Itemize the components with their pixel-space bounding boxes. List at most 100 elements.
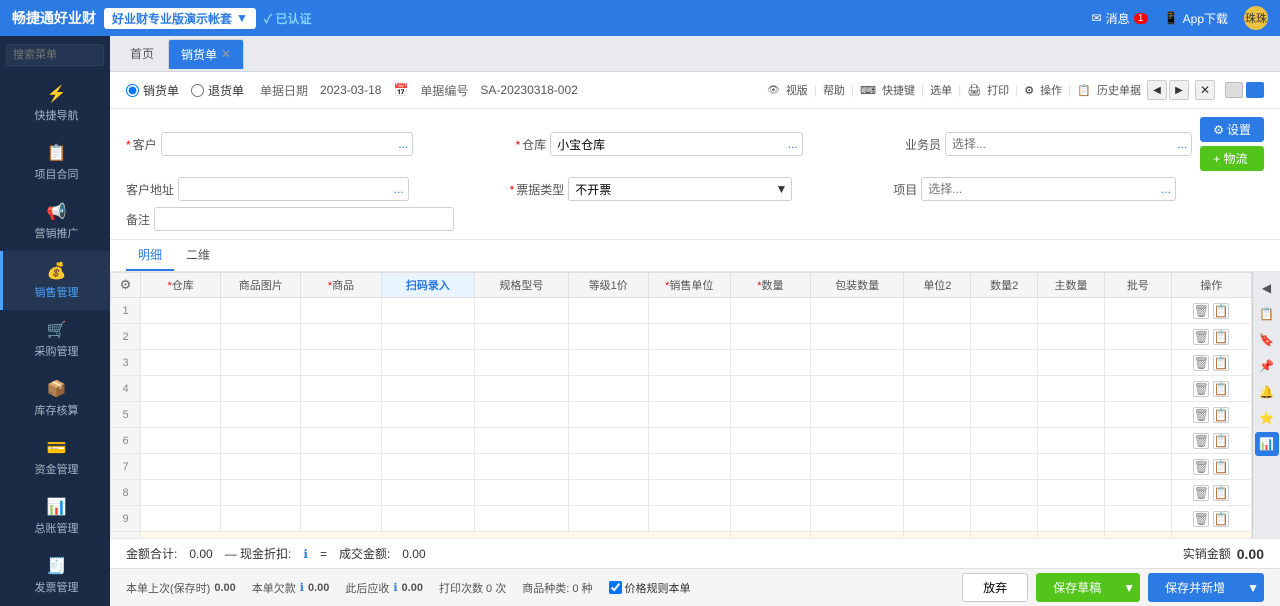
history-label[interactable]: 历史单据 bbox=[1097, 82, 1141, 98]
settings-gear-icon[interactable]: ⚙ bbox=[120, 277, 132, 292]
right-panel-btn-7[interactable]: 📊 bbox=[1255, 432, 1279, 456]
row-pack-qty-1[interactable] bbox=[810, 298, 904, 324]
view-mode-grid-button[interactable] bbox=[1246, 82, 1264, 98]
select-label[interactable]: 选单 bbox=[930, 82, 952, 98]
row-qty-1[interactable] bbox=[730, 298, 810, 324]
view-mode-list-button[interactable] bbox=[1225, 82, 1243, 98]
row-copy-2[interactable]: 📋 bbox=[1213, 329, 1229, 345]
invoice-dropdown-icon[interactable]: ▼ bbox=[772, 182, 792, 196]
tab-detail[interactable]: 明细 bbox=[126, 240, 174, 271]
sidebar-item-purchase[interactable]: 🛒 采购管理 bbox=[0, 310, 110, 369]
save-new-button[interactable]: 保存并新增 bbox=[1148, 573, 1242, 602]
row-main-qty-1[interactable] bbox=[1038, 298, 1105, 324]
right-panel-btn-4[interactable]: 📌 bbox=[1255, 354, 1279, 378]
row-copy-4[interactable]: 📋 bbox=[1213, 381, 1229, 397]
tab-home[interactable]: 首页 bbox=[118, 39, 166, 68]
row-delete-4[interactable]: 🗑 bbox=[1193, 381, 1209, 397]
radio-return-order[interactable]: 退货单 bbox=[191, 82, 244, 99]
sidebar-item-finance[interactable]: 💳 资金管理 bbox=[0, 428, 110, 487]
bill-date-value: 2023-03-18 bbox=[320, 83, 381, 97]
app-download-button[interactable]: 📱 App下载 bbox=[1164, 10, 1228, 27]
sidebar-item-marketing[interactable]: 📢 营销推广 bbox=[0, 192, 110, 251]
search-input[interactable] bbox=[6, 44, 104, 66]
row-batch-import-1[interactable] bbox=[381, 298, 475, 324]
right-panel-btn-1[interactable]: ◀ bbox=[1255, 276, 1279, 300]
row-sales-unit-1[interactable] bbox=[648, 298, 730, 324]
calendar-icon[interactable]: 📅 bbox=[393, 83, 408, 97]
project-input[interactable] bbox=[922, 182, 1157, 196]
form-close-button[interactable]: ✕ bbox=[1195, 80, 1215, 100]
sidebar-item-accounting[interactable]: 📊 总账管理 bbox=[0, 487, 110, 546]
row-unit2-1[interactable] bbox=[904, 298, 971, 324]
abandon-button[interactable]: 放弃 bbox=[962, 573, 1028, 602]
tab-sales-order[interactable]: 销货单 ✕ bbox=[168, 39, 244, 69]
sidebar-item-project[interactable]: 📋 项目合同 bbox=[0, 133, 110, 192]
sidebar-item-invoice[interactable]: 🧾 发票管理 bbox=[0, 546, 110, 605]
row-spec-1[interactable] bbox=[475, 298, 569, 324]
row-copy-8[interactable]: 📋 bbox=[1213, 485, 1229, 501]
row-delete-5[interactable]: 🗑 bbox=[1193, 407, 1209, 423]
right-panel-btn-5[interactable]: 🔔 bbox=[1255, 380, 1279, 404]
print-label[interactable]: 打印 bbox=[987, 82, 1009, 98]
row-delete-1[interactable]: 🗑 bbox=[1193, 303, 1209, 319]
right-panel-btn-6[interactable]: ⭐ bbox=[1255, 406, 1279, 430]
operate-label[interactable]: 操作 bbox=[1040, 82, 1062, 98]
sidebar-item-sales[interactable]: 💰 销售管理 bbox=[0, 251, 110, 310]
row-copy-5[interactable]: 📋 bbox=[1213, 407, 1229, 423]
save-draft-button[interactable]: 保存草稿 bbox=[1036, 573, 1118, 602]
sidebar-item-inventory[interactable]: 📦 库存核算 bbox=[0, 369, 110, 428]
customer-addr-dots-button[interactable]: ... bbox=[390, 182, 408, 196]
radio-sales-order[interactable]: 销货单 bbox=[126, 82, 179, 99]
remark-input[interactable] bbox=[154, 207, 454, 231]
row-delete-9[interactable]: 🗑 bbox=[1193, 511, 1209, 527]
nav-prev-button[interactable]: ◀ bbox=[1147, 80, 1167, 100]
right-panel-btn-3[interactable]: 🔖 bbox=[1255, 328, 1279, 352]
row-product-img-1[interactable] bbox=[221, 298, 301, 324]
table-settings-col[interactable]: ⚙ bbox=[111, 273, 141, 298]
tab-2d[interactable]: 二维 bbox=[174, 240, 222, 271]
row-delete-8[interactable]: 🗑 bbox=[1193, 485, 1209, 501]
row-delete-6[interactable]: 🗑 bbox=[1193, 433, 1209, 449]
row-product-1[interactable] bbox=[301, 298, 381, 324]
customer-input[interactable] bbox=[162, 137, 395, 151]
row-copy-1[interactable]: 📋 bbox=[1213, 303, 1229, 319]
row-copy-3[interactable]: 📋 bbox=[1213, 355, 1229, 371]
row-warehouse-1[interactable] bbox=[141, 298, 221, 324]
row-copy-6[interactable]: 📋 bbox=[1213, 433, 1229, 449]
row-qty2-1[interactable] bbox=[971, 298, 1038, 324]
salesperson-dots-button[interactable]: ... bbox=[1173, 137, 1191, 151]
shortcut-label[interactable]: 快捷键 bbox=[882, 82, 915, 98]
price-check-label[interactable]: 价格规则本单 bbox=[609, 580, 691, 596]
row-price1-1[interactable] bbox=[568, 298, 648, 324]
help-label[interactable]: 帮助 bbox=[823, 82, 845, 98]
row-copy-7[interactable]: 📋 bbox=[1213, 459, 1229, 475]
shortcut-icon: ⌨ bbox=[860, 84, 876, 97]
project-dots-button[interactable]: ... bbox=[1157, 182, 1175, 196]
row-delete-3[interactable]: 🗑 bbox=[1193, 355, 1209, 371]
row-copy-9[interactable]: 📋 bbox=[1213, 511, 1229, 527]
message-button[interactable]: ✉ 消息 1 bbox=[1092, 10, 1148, 27]
setup-button[interactable]: ⚙ 设置 bbox=[1200, 117, 1264, 142]
view-label[interactable]: 视版 bbox=[786, 82, 808, 98]
row-delete-2[interactable]: 🗑 bbox=[1193, 329, 1209, 345]
user-avatar-area[interactable]: 珠珠 bbox=[1244, 6, 1268, 30]
row-batch-1[interactable] bbox=[1104, 298, 1171, 324]
nav-next-button[interactable]: ▶ bbox=[1169, 80, 1189, 100]
save-draft-dropdown-button[interactable]: ▼ bbox=[1118, 573, 1140, 602]
right-panel-btn-2[interactable]: 📋 bbox=[1255, 302, 1279, 326]
discount-info-icon[interactable]: ℹ bbox=[303, 547, 308, 561]
warehouse-input[interactable] bbox=[551, 137, 784, 151]
warehouse-dots-button[interactable]: ... bbox=[784, 137, 802, 151]
salesperson-input[interactable] bbox=[946, 137, 1173, 151]
sidebar-item-quick[interactable]: ⚡ 快捷导航 bbox=[0, 74, 110, 133]
price-check-checkbox[interactable] bbox=[609, 581, 622, 594]
tab-close-icon[interactable]: ✕ bbox=[221, 47, 231, 61]
invoice-type-input[interactable] bbox=[569, 182, 771, 196]
row-delete-7[interactable]: 🗑 bbox=[1193, 459, 1209, 475]
order-type-radio-group: 销货单 退货单 bbox=[126, 82, 244, 99]
save-new-dropdown-button[interactable]: ▼ bbox=[1242, 573, 1264, 602]
company-selector[interactable]: 好业财专业版演示帐套 ▼ bbox=[104, 8, 256, 29]
customer-addr-input[interactable] bbox=[179, 182, 390, 196]
add-cargo-button[interactable]: + 物流 bbox=[1200, 146, 1264, 171]
customer-dots-button[interactable]: ... bbox=[394, 137, 412, 151]
